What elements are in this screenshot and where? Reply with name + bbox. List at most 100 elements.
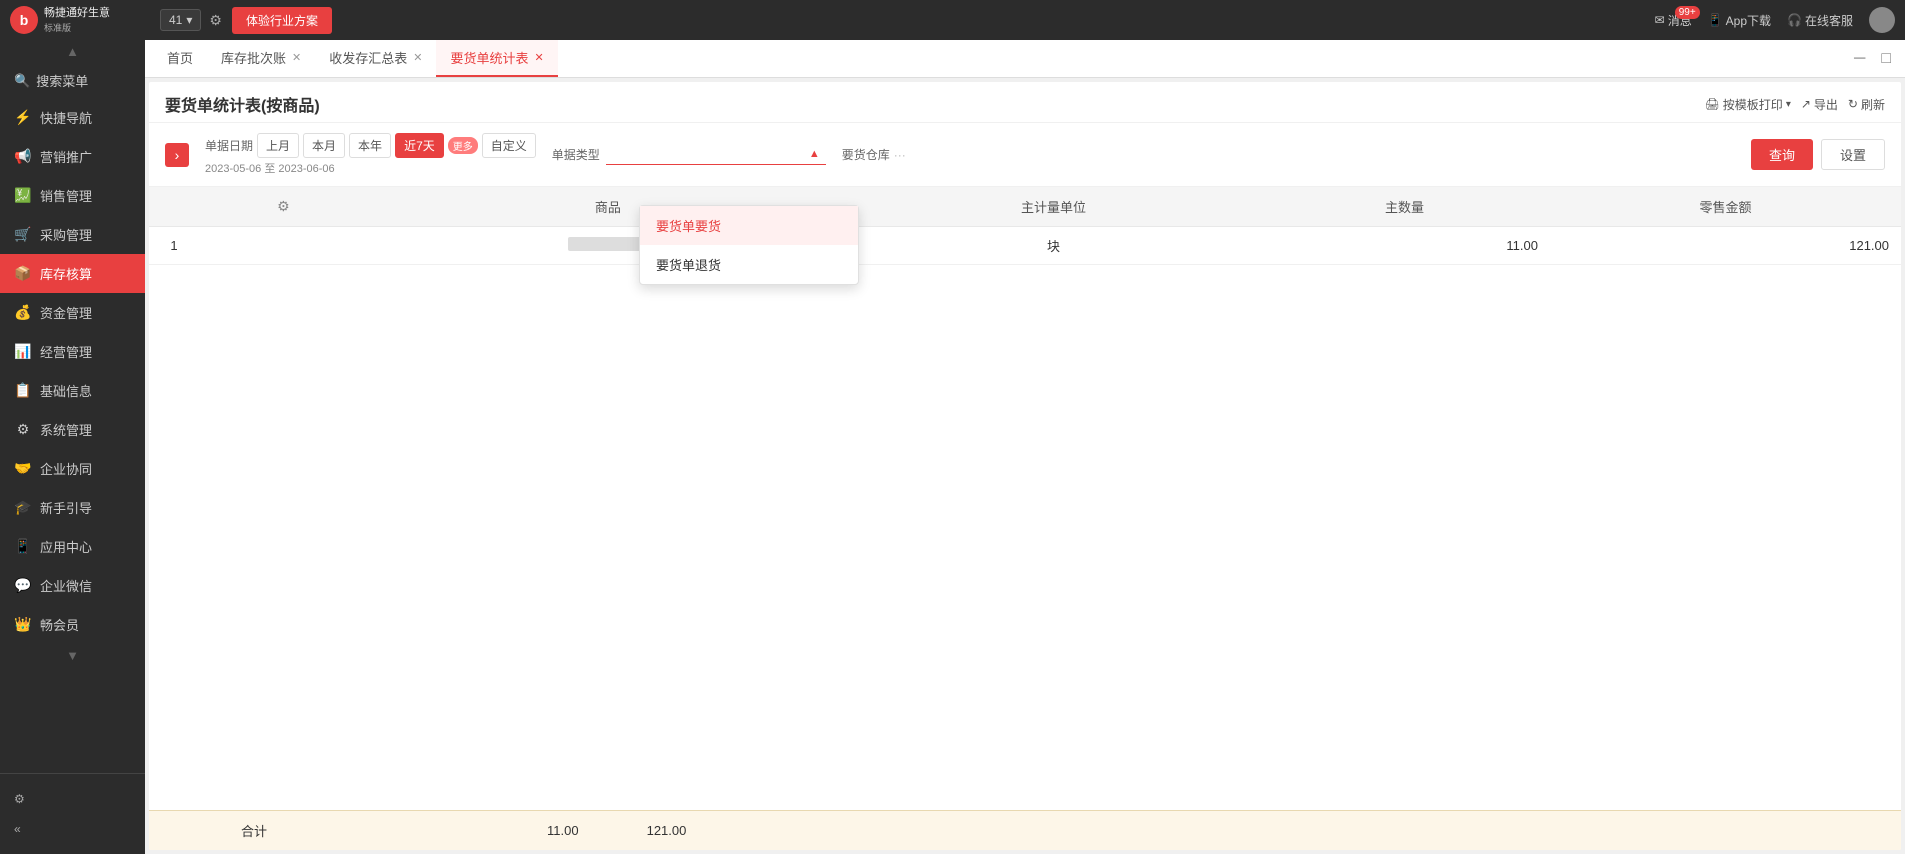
main-layout: ▲ 🔍 搜索菜单 ⚡ 快捷导航 📢 营销推广 💹 销售管理 🛒 采购管理 📦 库… (0, 40, 1905, 854)
footer-label: 合计 (241, 821, 267, 840)
set-button[interactable]: 设置 (1821, 139, 1885, 170)
table-wrapper: ⚙ 商品 主计量单位 主数量 零 (149, 187, 1901, 810)
tab-bar-right: ─ □ (1848, 48, 1897, 70)
col-amount: 零售金额 (1550, 187, 1901, 227)
sidebar-settings[interactable]: ⚙ (0, 784, 145, 814)
app-download-area[interactable]: 📱 App下载 (1708, 12, 1771, 29)
sidebar-label-basic: 基础信息 (40, 381, 92, 400)
download-icon: 📱 (1708, 13, 1723, 27)
dropdown-item-return[interactable]: 要货单退货 (640, 245, 858, 284)
message-icon: ✉ (1655, 13, 1665, 27)
app-version: 标准版 (44, 21, 110, 34)
sidebar-item-basic[interactable]: 📋 基础信息 (0, 371, 145, 410)
export-action[interactable]: ↗ 导出 (1801, 96, 1838, 113)
type-dropdown: 要货单要货 要货单退货 (639, 205, 859, 285)
sidebar-label-operations: 经营管理 (40, 342, 92, 361)
query-button[interactable]: 查询 (1751, 139, 1813, 170)
table-header-row: ⚙ 商品 主计量单位 主数量 零 (149, 187, 1901, 227)
logo-area: b 畅捷通好生意 标准版 (10, 6, 140, 34)
scroll-down-icon[interactable]: ▼ (0, 644, 145, 667)
tab-collect[interactable]: 收发存汇总表 ✕ (315, 40, 436, 77)
date-btn-last-month[interactable]: 上月 (257, 133, 299, 158)
sidebar-search[interactable]: 🔍 搜索菜单 (0, 63, 145, 98)
online-service-area[interactable]: 🎧 在线客服 (1787, 12, 1853, 29)
sidebar-item-newbie[interactable]: 🎓 新手引导 (0, 488, 145, 527)
avatar[interactable] (1869, 7, 1895, 33)
col-unit: 主计量单位 (848, 187, 1259, 227)
store-selector[interactable]: 41 ▾ (160, 9, 201, 31)
sidebar-item-member[interactable]: 👑 畅会员 (0, 605, 145, 644)
warehouse-more-icon[interactable]: ··· (894, 148, 906, 162)
export-label: 导出 (1814, 96, 1838, 113)
purchase-icon: 🛒 (14, 226, 32, 244)
filter-expand-button[interactable]: › (165, 143, 189, 167)
app-name: 畅捷通好生意 (44, 6, 110, 20)
filter-action-btns: 查询 设置 (1751, 139, 1885, 170)
sidebar-item-quick-nav[interactable]: ⚡ 快捷导航 (0, 98, 145, 137)
sidebar-item-wechat[interactable]: 💬 企业微信 (0, 566, 145, 605)
tab-batch-close[interactable]: ✕ (292, 51, 301, 64)
col-settings-icon[interactable]: ⚙ (277, 198, 290, 214)
gear-icon[interactable]: ⚙ (209, 12, 222, 29)
tab-batch[interactable]: 库存批次账 ✕ (207, 40, 315, 77)
more-badge[interactable]: 更多 (448, 137, 478, 154)
dropdown-item-require[interactable]: 要货单要货 (640, 206, 858, 245)
service-icon: 🎧 (1787, 13, 1802, 27)
app-download-label: App下载 (1726, 12, 1771, 29)
goods-blurred (568, 237, 648, 251)
quick-nav-icon: ⚡ (14, 109, 32, 127)
industry-button[interactable]: 体验行业方案 (232, 7, 332, 34)
sidebar-label-sales: 销售管理 (40, 186, 92, 205)
date-btn-7days[interactable]: 近7天 (395, 133, 444, 158)
template-print-action[interactable]: 🖨 按模板打印 ▾ (1705, 96, 1791, 113)
template-print-label: 按模板打印 (1723, 96, 1783, 113)
sidebar-label-system: 系统管理 (40, 420, 92, 439)
basic-icon: 📋 (14, 382, 32, 400)
message-badge: 99+ (1675, 6, 1700, 19)
tab-minimize-button[interactable]: ─ (1848, 48, 1871, 70)
tab-batch-label: 库存批次账 (221, 48, 286, 67)
sidebar-item-enterprise[interactable]: 🤝 企业协同 (0, 449, 145, 488)
cell-settings (199, 227, 368, 265)
content-area: 首页 库存批次账 ✕ 收发存汇总表 ✕ 要货单统计表 ✕ ─ □ 要 (145, 40, 1905, 854)
wechat-icon: 💬 (14, 577, 32, 595)
sidebar-label-newbie: 新手引导 (40, 498, 92, 517)
tab-collect-close[interactable]: ✕ (413, 51, 422, 64)
warehouse-group: 要货仓库 ··· (842, 146, 906, 163)
online-service-label: 在线客服 (1805, 12, 1853, 29)
print-icon: 🖨 (1705, 97, 1720, 111)
table-footer: 合计 11.00 121.00 (149, 810, 1901, 850)
sidebar-label-marketing: 营销推广 (40, 147, 92, 166)
sidebar-item-inventory[interactable]: 📦 库存核算 (0, 254, 145, 293)
sidebar-item-appstore[interactable]: 📱 应用中心 (0, 527, 145, 566)
message-area[interactable]: ✉ 消息 99+ (1655, 12, 1692, 29)
tab-order-stat[interactable]: 要货单统计表 ✕ (436, 40, 557, 77)
member-icon: 👑 (14, 616, 32, 634)
scroll-up-icon[interactable]: ▲ (0, 40, 145, 63)
date-btn-custom[interactable]: 自定义 (482, 133, 536, 158)
col-settings[interactable]: ⚙ (199, 187, 368, 227)
refresh-icon: ↻ (1848, 97, 1858, 111)
col-qty: 主数量 (1259, 187, 1550, 227)
sidebar-item-operations[interactable]: 📊 经营管理 (0, 332, 145, 371)
sidebar-item-marketing[interactable]: 📢 营销推广 (0, 137, 145, 176)
tab-order-stat-close[interactable]: ✕ (535, 51, 544, 64)
date-btn-this-year[interactable]: 本年 (349, 133, 391, 158)
date-btn-this-month[interactable]: 本月 (303, 133, 345, 158)
sidebar-collapse[interactable]: « (0, 814, 145, 844)
sidebar-item-sales[interactable]: 💹 销售管理 (0, 176, 145, 215)
tab-home[interactable]: 首页 (153, 40, 207, 77)
sidebar-item-purchase[interactable]: 🛒 采购管理 (0, 215, 145, 254)
sidebar-label-member: 畅会员 (40, 615, 79, 634)
sidebar-item-finance[interactable]: 💰 资金管理 (0, 293, 145, 332)
tab-maximize-button[interactable]: □ (1875, 48, 1897, 70)
settings-icon: ⚙ (14, 792, 25, 806)
page-content: 要货单统计表(按商品) 🖨 按模板打印 ▾ ↗ 导出 ↻ 刷新 (149, 82, 1901, 850)
page-header-actions: 🖨 按模板打印 ▾ ↗ 导出 ↻ 刷新 (1705, 96, 1885, 113)
page-title: 要货单统计表(按商品) (165, 92, 320, 116)
sidebar-label-purchase: 采购管理 (40, 225, 92, 244)
sidebar-item-system[interactable]: ⚙ 系统管理 (0, 410, 145, 449)
type-select-box[interactable]: ▲ (606, 144, 826, 165)
sidebar-label-finance: 资金管理 (40, 303, 92, 322)
refresh-action[interactable]: ↻ 刷新 (1848, 96, 1885, 113)
